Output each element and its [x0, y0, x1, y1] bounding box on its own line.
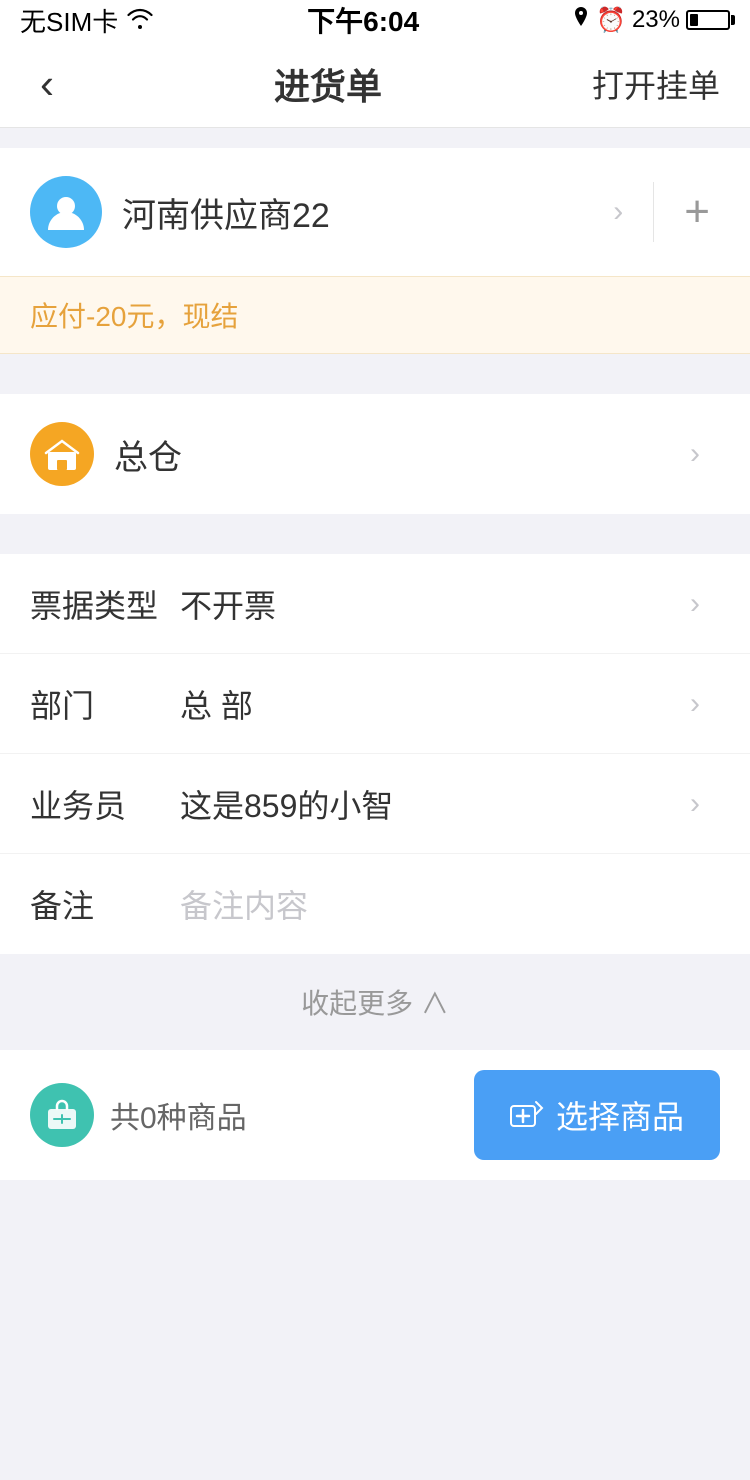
battery-percent: 23%: [632, 6, 680, 34]
select-product-label: 选择商品: [556, 1092, 684, 1138]
collapse-more[interactable]: 收起更多 ∧: [0, 954, 750, 1050]
select-product-button[interactable]: 选择商品: [474, 1070, 720, 1160]
page-title: 进货单: [274, 58, 382, 110]
section-gap-1: [0, 128, 750, 148]
remarks-row[interactable]: 备注 备注内容: [0, 854, 750, 954]
invoice-type-label: 票据类型: [30, 581, 170, 627]
supplier-avatar: [30, 176, 102, 248]
warehouse-section[interactable]: 总仓 ›: [0, 394, 750, 514]
warehouse-row[interactable]: 总仓 ›: [30, 394, 720, 514]
invoice-type-chevron-icon: ›: [690, 587, 700, 621]
supplier-chevron-icon: ›: [613, 195, 623, 229]
warehouse-label: 总仓: [114, 430, 690, 479]
time-label: 下午6:04: [307, 0, 419, 40]
open-pending-button[interactable]: 打开挂单: [592, 61, 720, 107]
warning-banner: 应付-20元，现结: [0, 276, 750, 354]
status-left: 无SIM卡: [20, 2, 154, 39]
product-count-label: 共0种商品: [110, 1093, 247, 1137]
supplier-row[interactable]: 河南供应商22 ›: [30, 148, 643, 276]
remarks-label: 备注: [30, 881, 170, 927]
status-bar: 无SIM卡 下午6:04 ⏰ 23%: [0, 0, 750, 40]
battery-icon: [686, 10, 730, 30]
form-section: 票据类型 不开票 › 部门 总 部 › 业务员 这是859的小智 › 备注 备注…: [0, 554, 750, 954]
nav-bar: ‹ 进货单 打开挂单: [0, 40, 750, 128]
divider: [653, 182, 654, 242]
warning-text: 应付-20元，现结: [30, 301, 238, 332]
department-row[interactable]: 部门 总 部 ›: [0, 654, 750, 754]
supplier-section: 河南供应商22 › +: [0, 148, 750, 276]
warehouse-chevron-icon: ›: [690, 437, 700, 471]
carrier-label: 无SIM卡: [20, 2, 118, 39]
warehouse-icon-circle: [30, 422, 94, 486]
salesperson-label: 业务员: [30, 781, 170, 827]
page-body: [0, 1180, 750, 1480]
back-button[interactable]: ‹: [30, 50, 64, 118]
shopping-bag-icon: [44, 1097, 80, 1133]
department-value: 总 部: [170, 681, 690, 727]
department-chevron-icon: ›: [690, 687, 700, 721]
department-label: 部门: [30, 681, 170, 727]
supplier-name: 河南供应商22: [122, 188, 613, 237]
select-product-icon: [510, 1100, 544, 1130]
collapse-text[interactable]: 收起更多 ∧: [301, 988, 449, 1019]
section-gap-3: [0, 514, 750, 534]
wifi-icon: [126, 5, 154, 36]
remarks-placeholder[interactable]: 备注内容: [170, 881, 720, 927]
product-icon-circle: [30, 1083, 94, 1147]
section-gap-2: [0, 354, 750, 374]
salesperson-value: 这是859的小智: [170, 781, 690, 827]
person-icon: [44, 190, 88, 234]
salesperson-row[interactable]: 业务员 这是859的小智 ›: [0, 754, 750, 854]
salesperson-chevron-icon: ›: [690, 787, 700, 821]
invoice-type-value: 不开票: [170, 581, 690, 627]
status-right: ⏰ 23%: [572, 6, 730, 35]
add-supplier-button[interactable]: +: [664, 177, 720, 247]
bottom-bar: 共0种商品 选择商品: [0, 1050, 750, 1180]
product-info: 共0种商品: [30, 1083, 474, 1147]
invoice-type-row[interactable]: 票据类型 不开票 ›: [0, 554, 750, 654]
alarm-icon: ⏰: [596, 6, 626, 35]
location-icon: [572, 6, 590, 35]
warehouse-icon: [44, 436, 80, 472]
